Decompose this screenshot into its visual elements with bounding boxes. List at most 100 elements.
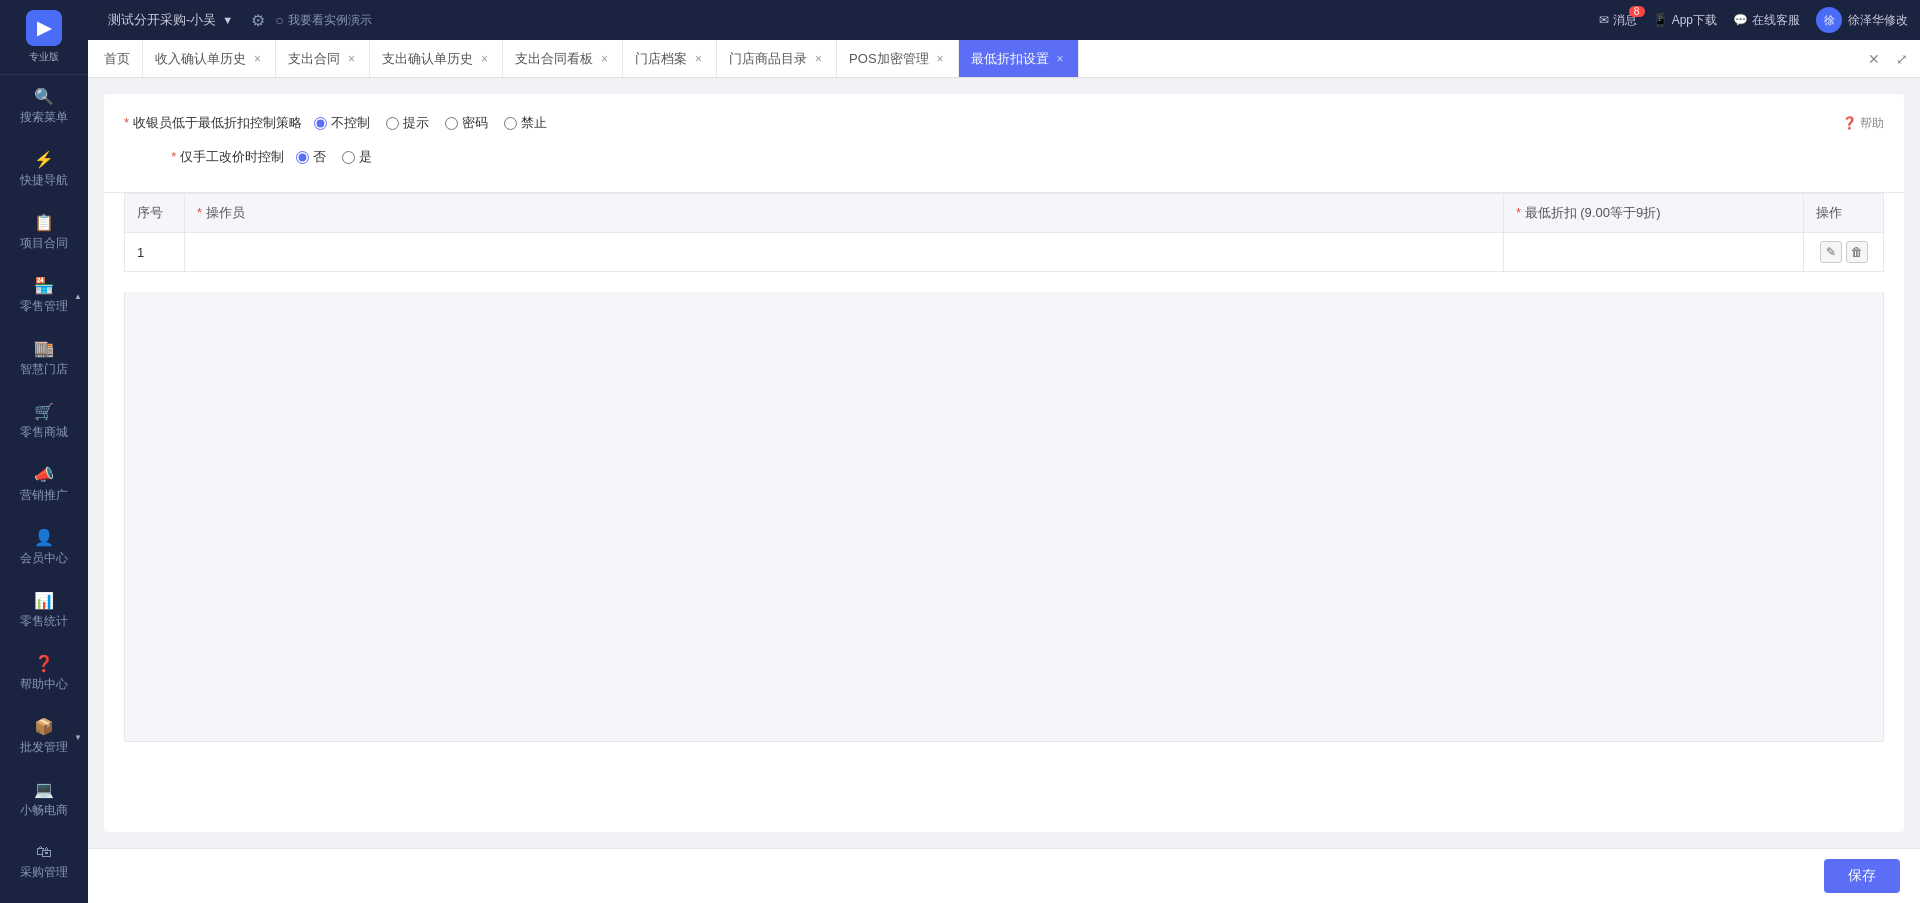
operator-input[interactable] [197, 245, 1491, 260]
logo-icon: ▶ [26, 10, 62, 46]
data-table: 序号 * 操作员 * 最低折扣 (9.00等于9折) 操作 [124, 193, 1884, 272]
radio-yes-label: 是 [359, 148, 372, 166]
tab-pos-password[interactable]: POS加密管理 × [837, 40, 958, 78]
tab-store-products-label: 门店商品目录 [729, 50, 807, 68]
sidebar-item-member[interactable]: 👤 会员中心 [0, 516, 88, 579]
table-section: 序号 * 操作员 * 最低折扣 (9.00等于9折) 操作 [104, 193, 1904, 292]
tab-min-discount-label: 最低折扣设置 [971, 50, 1049, 68]
sidebar-item-ecommerce[interactable]: 💻 小畅电商 [0, 768, 88, 831]
tab-home[interactable]: 首页 [92, 40, 143, 78]
tab-payment-contract-close[interactable]: × [346, 51, 357, 67]
radio-no-label: 否 [313, 148, 326, 166]
tab-min-discount[interactable]: 最低折扣设置 × [959, 40, 1079, 78]
radio-password[interactable]: 密码 [445, 114, 488, 132]
message-badge: 8 [1629, 6, 1645, 17]
logo-text: 专业版 [29, 50, 59, 64]
cell-discount[interactable] [1504, 233, 1804, 272]
radio-forbid[interactable]: 禁止 [504, 114, 547, 132]
wholesale-icon: 📦 [34, 717, 54, 736]
sidebar-item-marketing[interactable]: 📣 营销推广 [0, 453, 88, 516]
page-card: * 收银员低于最低折扣控制策略 不控制 提示 密码 [104, 94, 1904, 832]
demo-circle-icon: ○ [275, 12, 283, 28]
required-star: * [124, 115, 133, 130]
sidebar-item-inventory[interactable]: 📉 库存核算 [0, 893, 88, 903]
message-button[interactable]: ✉ 消息 8 [1599, 12, 1637, 29]
sidebar-item-label: 智慧门店 [20, 361, 68, 378]
table-row: 1 ✎ 🗑 [125, 233, 1884, 272]
topbar-settings-button[interactable]: ⚙ [251, 11, 265, 30]
sidebar-item-label: 项目合同 [20, 235, 68, 252]
page-footer: 保存 [88, 848, 1920, 903]
tab-income-history[interactable]: 收入确认单历史 × [143, 40, 276, 78]
avatar: 徐 [1816, 7, 1842, 33]
tab-income-history-close[interactable]: × [252, 51, 263, 67]
sidebar-item-label: 零售统计 [20, 613, 68, 630]
tab-store-file[interactable]: 门店档案 × [623, 40, 717, 78]
cell-seq: 1 [125, 233, 185, 272]
col-header-seq: 序号 [125, 194, 185, 233]
tab-payment-board-close[interactable]: × [599, 51, 610, 67]
sidebar-item-retail[interactable]: 🏪 零售管理 [0, 264, 88, 327]
sidebar-item-retail-stats[interactable]: 📊 零售统计 [0, 579, 88, 642]
edit-button[interactable]: ✎ [1820, 241, 1842, 263]
search-icon: 🔍 [34, 87, 54, 106]
topbar-demo-button[interactable]: ○ 我要看实例演示 [275, 12, 371, 29]
radio-hint[interactable]: 提示 [386, 114, 429, 132]
tab-income-history-label: 收入确认单历史 [155, 50, 246, 68]
radio-no-control[interactable]: 不控制 [314, 114, 370, 132]
sidebar-item-help[interactable]: ❓ 帮助中心 [0, 642, 88, 705]
radio-hint-label: 提示 [403, 114, 429, 132]
cell-action: ✎ 🗑 [1804, 233, 1884, 272]
tab-close-all[interactable]: ✕ [1864, 49, 1884, 69]
tab-store-products-close[interactable]: × [813, 51, 824, 67]
radio-yes[interactable]: 是 [342, 148, 372, 166]
tab-store-file-close[interactable]: × [693, 51, 704, 67]
sidebar-item-smart-store[interactable]: 🏬 智慧门店 [0, 327, 88, 390]
project-dropdown-icon: ▼ [222, 14, 233, 26]
sidebar: ▶ 专业版 🔍 搜索菜单 ⚡ 快捷导航 📋 项目合同 🏪 零售管理 🏬 智慧门店… [0, 0, 88, 903]
radio-no[interactable]: 否 [296, 148, 326, 166]
delete-button[interactable]: 🗑 [1846, 241, 1868, 263]
empty-table-area [124, 292, 1884, 742]
online-service-button[interactable]: 💬 在线客服 [1733, 12, 1800, 29]
sidebar-item-shortcut[interactable]: ⚡ 快捷导航 [0, 138, 88, 201]
tab-store-products[interactable]: 门店商品目录 × [717, 40, 837, 78]
tab-pos-password-label: POS加密管理 [849, 50, 928, 68]
table-header-row: 序号 * 操作员 * 最低折扣 (9.00等于9折) 操作 [125, 194, 1884, 233]
tab-maximize[interactable]: ⤢ [1892, 49, 1912, 69]
tab-payment-contract[interactable]: 支出合同 × [276, 40, 370, 78]
tab-payment-history-close[interactable]: × [479, 51, 490, 67]
cashier-policy-label: * 收银员低于最低折扣控制策略 [124, 114, 302, 132]
sidebar-item-search[interactable]: 🔍 搜索菜单 [0, 75, 88, 138]
topbar-project-selector[interactable]: 测试分开采购-小吴 ▼ [100, 7, 241, 33]
message-icon: ✉ [1599, 13, 1609, 27]
tab-pos-password-close[interactable]: × [935, 51, 946, 67]
sidebar-logo: ▶ 专业版 [0, 0, 88, 75]
app-download-icon: 📱 [1653, 13, 1668, 27]
save-button[interactable]: 保存 [1824, 859, 1900, 893]
user-menu-button[interactable]: 徐 徐泽华修改 [1816, 7, 1908, 33]
tab-min-discount-close[interactable]: × [1055, 51, 1066, 67]
sidebar-item-label: 会员中心 [20, 550, 68, 567]
col-header-discount: * 最低折扣 (9.00等于9折) [1504, 194, 1804, 233]
app-download-button[interactable]: 📱 App下载 [1653, 12, 1717, 29]
sidebar-item-purchase[interactable]: 🛍 采购管理 [0, 831, 88, 893]
user-name: 徐泽华修改 [1848, 12, 1908, 29]
tab-payment-board[interactable]: 支出合同看板 × [503, 40, 623, 78]
content-area: * 收银员低于最低折扣控制策略 不控制 提示 密码 [88, 78, 1920, 848]
tab-payment-history[interactable]: 支出确认单历史 × [370, 40, 503, 78]
purchase-icon: 🛍 [36, 843, 52, 861]
sidebar-item-label: 小畅电商 [20, 802, 68, 819]
cell-operator[interactable] [185, 233, 1504, 272]
help-button[interactable]: ❓ 帮助 [1842, 115, 1884, 132]
sidebar-item-label: 零售商城 [20, 424, 68, 441]
sidebar-item-wholesale[interactable]: 📦 批发管理 [0, 705, 88, 768]
app-download-label: App下载 [1672, 12, 1717, 29]
sidebar-item-retail-mall[interactable]: 🛒 零售商城 [0, 390, 88, 453]
sidebar-item-label: 零售管理 [20, 298, 68, 315]
main-area: 测试分开采购-小吴 ▼ ⚙ ○ 我要看实例演示 ✉ 消息 8 📱 App下载 💬… [88, 0, 1920, 903]
marketing-icon: 📣 [34, 465, 54, 484]
discount-input[interactable] [1516, 245, 1791, 260]
settings-form: * 收银员低于最低折扣控制策略 不控制 提示 密码 [104, 94, 1904, 192]
sidebar-item-project[interactable]: 📋 项目合同 [0, 201, 88, 264]
